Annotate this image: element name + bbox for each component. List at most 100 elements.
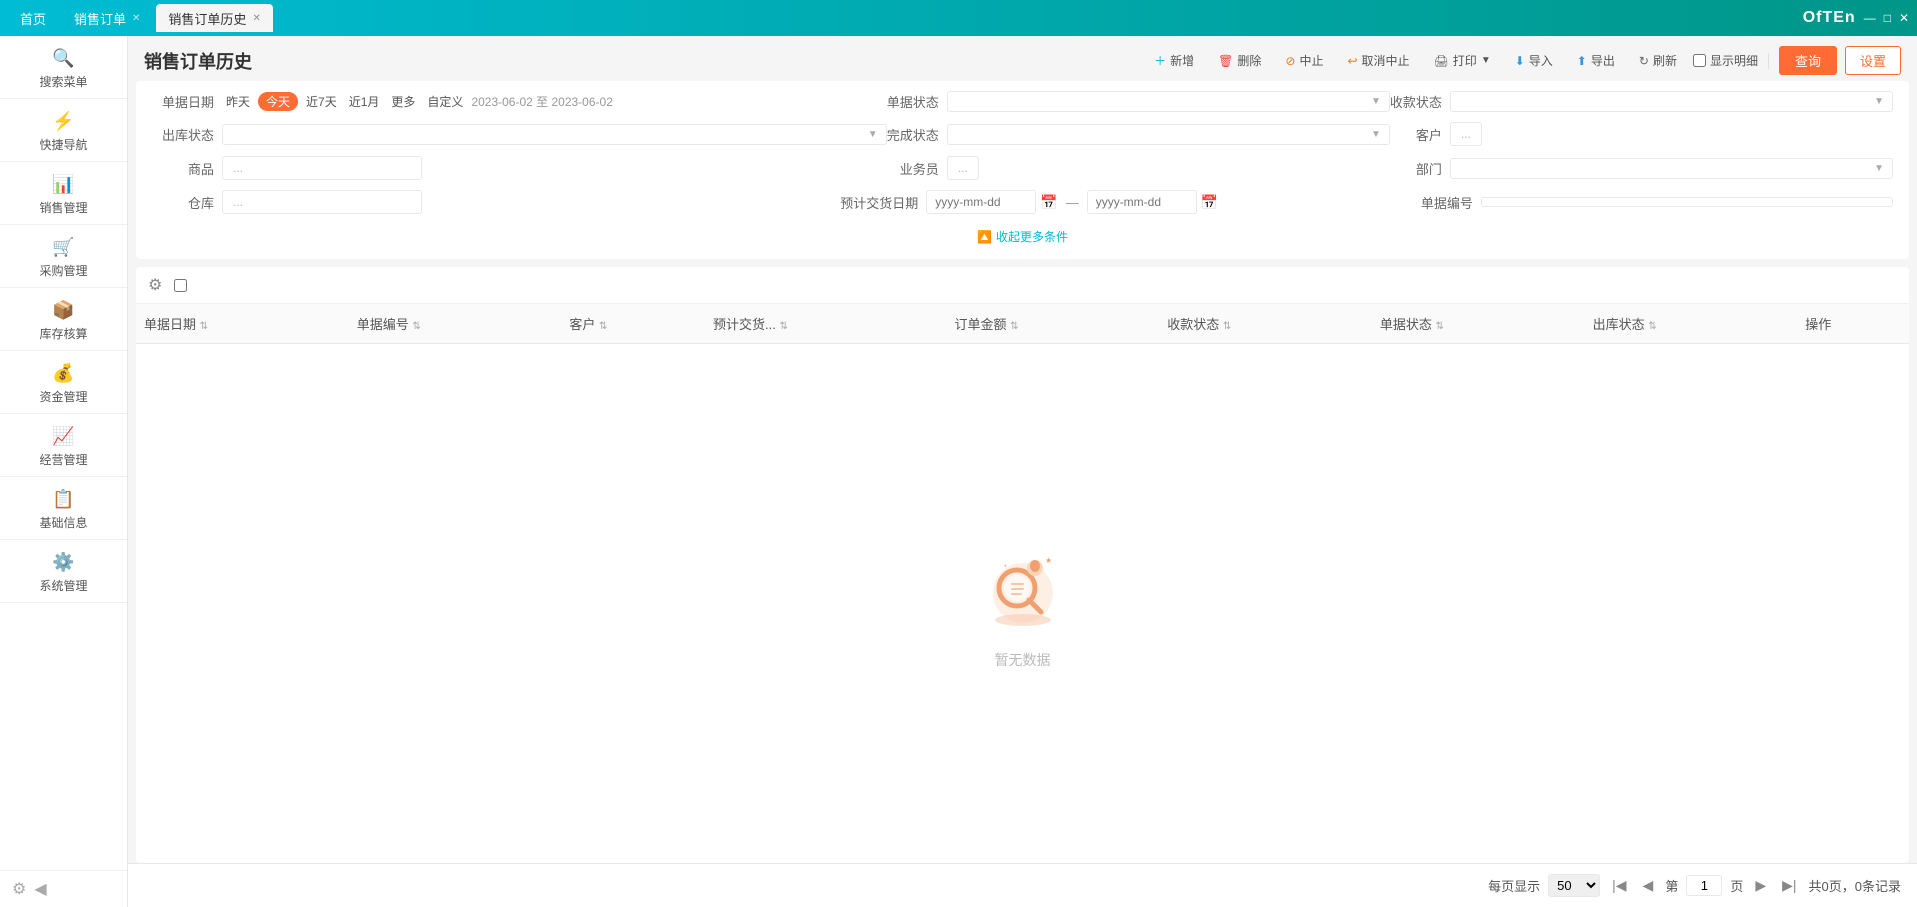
th-bill-no[interactable]: 单据编号 ⇅: [349, 304, 562, 344]
collapse-more-btn[interactable]: 🔼 收起更多条件: [152, 224, 1893, 249]
window-maximize-icon[interactable]: □: [1884, 11, 1891, 25]
complete-status-label: 完成状态: [887, 125, 947, 144]
print-label: 打印: [1453, 52, 1477, 69]
date-btn-more[interactable]: 更多: [387, 92, 419, 111]
export-label: 导出: [1591, 52, 1615, 69]
show-detail-text: 显示明细: [1710, 52, 1758, 69]
bill-status-value: ▼: [947, 91, 1390, 112]
tab-home[interactable]: 首页: [8, 4, 58, 32]
sidebar-item-search-menu[interactable]: 🔍 搜索菜单: [0, 36, 127, 99]
tab-sales-order-history-close[interactable]: ✕: [252, 13, 260, 24]
receipt-status-select[interactable]: ▼: [1450, 91, 1893, 112]
stop-button[interactable]: ⊘ 中止: [1277, 48, 1331, 73]
date-btn-1month[interactable]: 近1月: [345, 92, 384, 111]
date-btn-custom[interactable]: 自定义: [423, 92, 467, 111]
sidebar-item-inventory[interactable]: 📦 库存核算: [0, 288, 127, 351]
set-button[interactable]: 设置: [1845, 46, 1901, 75]
cancel-stop-button[interactable]: ↩ 取消中止: [1339, 48, 1417, 73]
prev-page-icon[interactable]: ◀: [1639, 875, 1658, 896]
toolbar: ＋ 新增 🗑 删除 ⊘ 中止 ↩ 取消中止 🖨 打印: [1146, 46, 1901, 75]
sidebar-item-sales-mgmt[interactable]: 📊 销售管理: [0, 162, 127, 225]
purchase-mgmt-icon: 🛒: [52, 237, 74, 258]
date-btn-7days[interactable]: 近7天: [302, 92, 341, 111]
next-page-icon[interactable]: ▶: [1751, 875, 1770, 896]
sys-mgmt-icon: ⚙️: [52, 552, 74, 573]
goods-input[interactable]: ...: [222, 156, 422, 180]
table-toolbar: ⚙: [136, 267, 1909, 304]
sidebar-collapse-btn[interactable]: ◀: [34, 879, 46, 899]
last-page-icon[interactable]: ▶|: [1778, 875, 1800, 896]
bill-no-label: 单据编号: [1421, 193, 1481, 212]
window-minimize-icon[interactable]: —: [1864, 11, 1876, 25]
warehouse-input[interactable]: ...: [222, 190, 422, 214]
svg-text:★: ★: [1045, 556, 1052, 565]
operations-icon: 📈: [52, 426, 74, 447]
sidebar-settings-btn[interactable]: ⚙: [12, 879, 26, 899]
sidebar-item-base-info[interactable]: 📋 基础信息: [0, 477, 127, 540]
refresh-icon: ↻: [1639, 54, 1649, 68]
customer-input[interactable]: ...: [1450, 122, 1482, 146]
tab-sales-order-close[interactable]: ✕: [132, 13, 140, 24]
new-button[interactable]: ＋ 新增: [1146, 48, 1202, 73]
sidebar-item-finance[interactable]: 💰 资金管理: [0, 351, 127, 414]
new-label: 新增: [1170, 52, 1194, 69]
expected-delivery-from-input[interactable]: [926, 190, 1036, 214]
salesman-input[interactable]: ...: [947, 156, 979, 180]
th-expected-delivery[interactable]: 预计交货... ⇅: [705, 304, 946, 344]
sidebar-item-finance-label: 资金管理: [39, 388, 87, 405]
refresh-button[interactable]: ↻ 刷新: [1631, 48, 1685, 73]
per-page-select[interactable]: 50 10 20 100: [1548, 874, 1600, 897]
sidebar-item-purchase-mgmt[interactable]: 🛒 采购管理: [0, 225, 127, 288]
import-button[interactable]: ⬇ 导入: [1507, 48, 1561, 73]
th-date-sort-icon: ⇅: [200, 321, 208, 332]
out-status-arrow-icon: ▼: [868, 129, 878, 140]
first-page-icon[interactable]: |◀: [1608, 875, 1630, 896]
tab-sales-order-history[interactable]: 销售订单历史 ✕: [156, 4, 272, 32]
date-range-btns: 昨天 今天 近7天 近1月 更多 自定义: [222, 92, 467, 111]
date-range-text: 2023-06-02 至 2023-06-02: [471, 93, 612, 110]
select-all-checkbox[interactable]: [174, 279, 187, 292]
delete-icon: 🗑: [1218, 54, 1233, 68]
expected-delivery-to-input[interactable]: [1087, 190, 1197, 214]
tab-home-label: 首页: [20, 9, 46, 28]
th-operation: 操作: [1797, 304, 1909, 344]
th-bill-status[interactable]: 单据状态 ⇅: [1372, 304, 1585, 344]
query-button[interactable]: 查询: [1779, 46, 1837, 75]
export-button[interactable]: ⬆ 导出: [1569, 48, 1623, 73]
delete-button[interactable]: 🗑 删除: [1210, 48, 1269, 73]
warehouse-value: ...: [222, 190, 840, 214]
table-settings-icon[interactable]: ⚙: [148, 275, 162, 295]
print-button[interactable]: 🖨 打印 ▼: [1426, 48, 1499, 73]
sidebar-item-operations[interactable]: 📈 经营管理: [0, 414, 127, 477]
tab-sales-order[interactable]: 销售订单 ✕: [62, 4, 152, 32]
date-btn-yesterday[interactable]: 昨天: [222, 92, 254, 111]
calendar-from-icon[interactable]: 📅: [1040, 194, 1057, 211]
th-amount-sort-icon: ⇅: [1010, 321, 1018, 332]
show-detail-checkbox[interactable]: [1693, 54, 1706, 67]
calendar-to-icon[interactable]: 📅: [1201, 194, 1218, 211]
bill-no-input[interactable]: [1481, 197, 1893, 207]
filter-area: 单据日期 昨天 今天 近7天 近1月 更多 自定义 2023-06-02 至 2…: [136, 81, 1909, 259]
out-status-select[interactable]: ▼: [222, 124, 887, 145]
salesman-value: ...: [947, 156, 1390, 180]
tab-sales-order-history-label: 销售订单历史: [168, 9, 246, 28]
th-customer-label: 客户: [569, 317, 595, 332]
inventory-icon: 📦: [52, 300, 74, 321]
export-icon: ⬆: [1577, 54, 1587, 68]
th-receipt-status[interactable]: 收款状态 ⇅: [1159, 304, 1372, 344]
bill-status-select[interactable]: ▼: [947, 91, 1390, 112]
th-date[interactable]: 单据日期 ⇅: [136, 304, 349, 344]
date-btn-today[interactable]: 今天: [258, 92, 298, 111]
complete-status-select[interactable]: ▼: [947, 124, 1390, 145]
th-amount[interactable]: 订单金额 ⇅: [946, 304, 1159, 344]
receipt-status-label: 收款状态: [1390, 92, 1450, 111]
th-customer[interactable]: 客户 ⇅: [561, 304, 705, 344]
page-number-input[interactable]: [1686, 875, 1722, 896]
sidebar-item-sys-mgmt[interactable]: ⚙️ 系统管理: [0, 540, 127, 603]
th-out-status[interactable]: 出库状态 ⇅: [1585, 304, 1798, 344]
window-close-icon[interactable]: ✕: [1899, 11, 1909, 25]
sidebar-item-quick-nav[interactable]: ⚡ 快捷导航: [0, 99, 127, 162]
bill-status-label: 单据状态: [887, 92, 947, 111]
department-select[interactable]: ▼: [1450, 158, 1893, 179]
salesman-label: 业务员: [887, 159, 947, 178]
